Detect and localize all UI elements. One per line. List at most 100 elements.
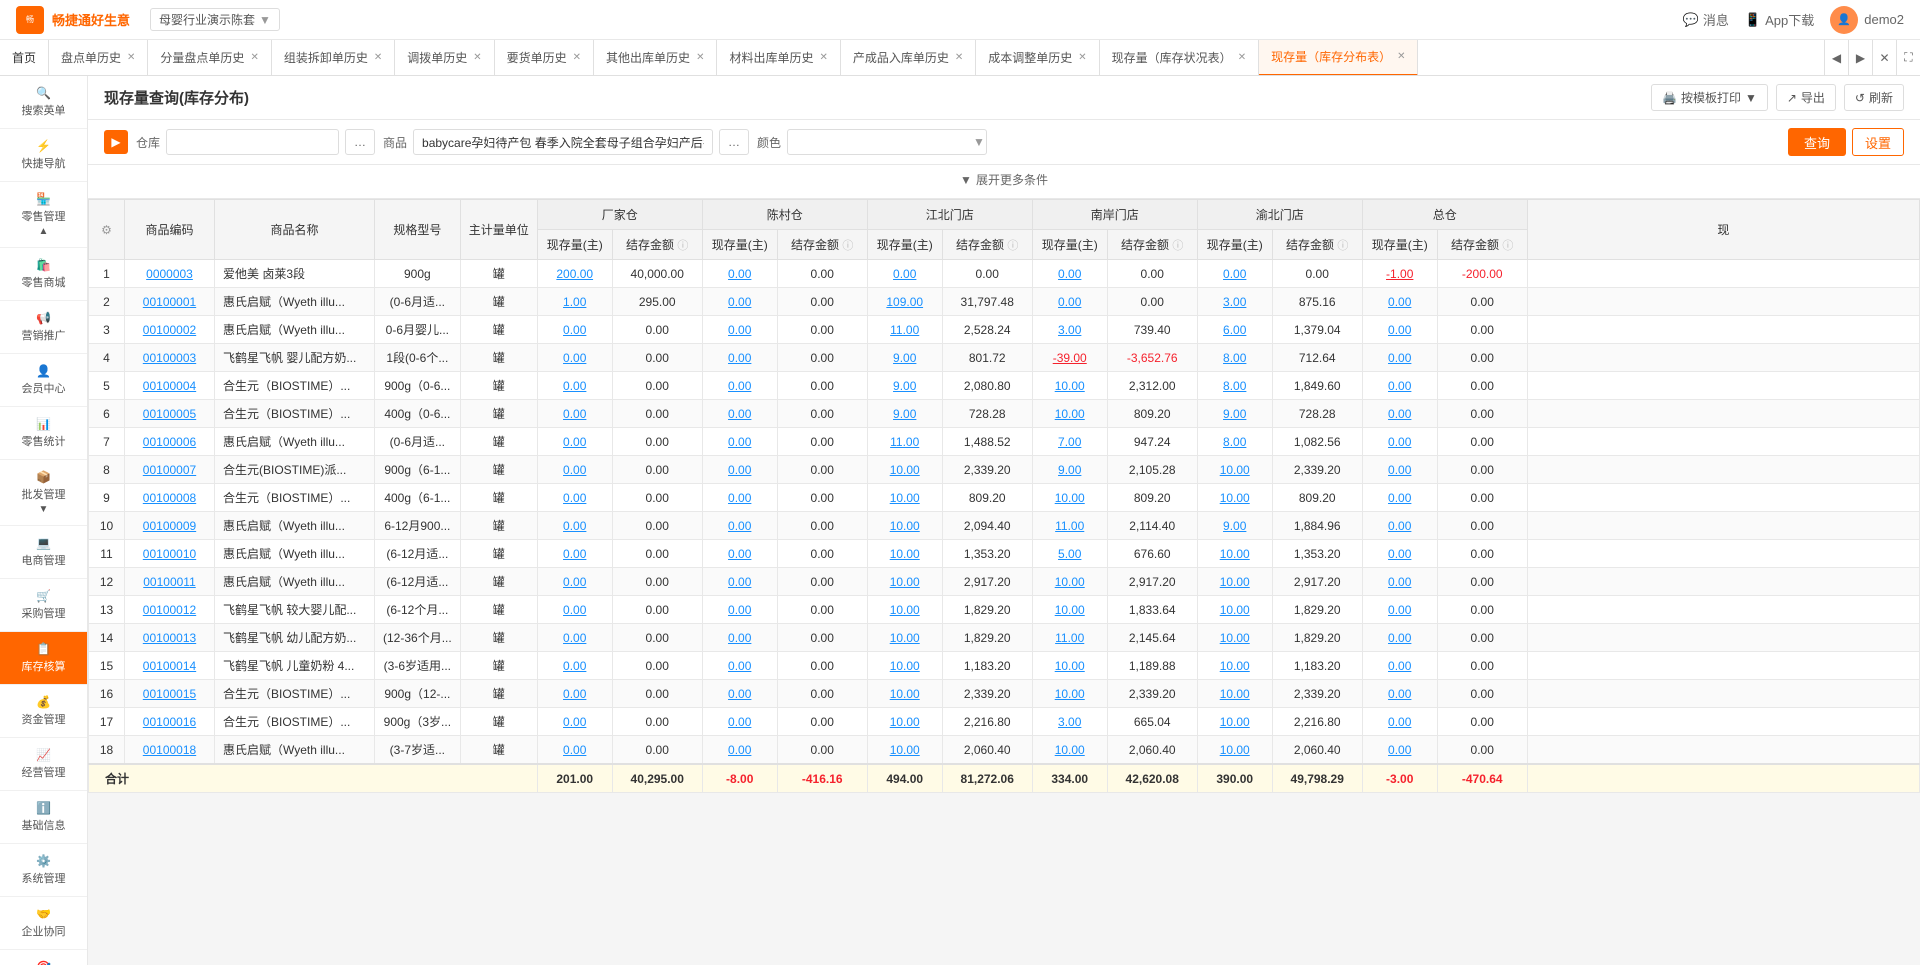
row-code[interactable]: 00100014 — [125, 652, 215, 680]
sidebar-item-member[interactable]: 👤 会员中心 — [0, 354, 87, 407]
sidebar-item-new-guide[interactable]: 🎯 新手引导 — [0, 950, 87, 965]
row-ch-qty[interactable]: 0.00 — [702, 288, 777, 316]
sidebar-item-inventory[interactable]: 📋 库存核算 — [0, 632, 87, 685]
row-code[interactable]: 00100012 — [125, 596, 215, 624]
row-fy-qty[interactable]: 0.00 — [537, 596, 612, 624]
row-jb-qty[interactable]: 10.00 — [867, 736, 942, 765]
row-yb-qty[interactable]: 3.00 — [1197, 288, 1272, 316]
tab-stock-status[interactable]: 现存量（库存状况表） ✕ — [1100, 40, 1259, 76]
row-jb-qty[interactable]: 10.00 — [867, 540, 942, 568]
tab-purchase-order[interactable]: 要货单历史 ✕ — [495, 40, 594, 76]
tab-split-count[interactable]: 分量盘点单历史 ✕ — [148, 40, 271, 76]
row-fy-qty[interactable]: 1.00 — [537, 288, 612, 316]
yb-amt-info-icon[interactable]: ⓘ — [1337, 240, 1348, 252]
row-ch-qty[interactable]: 0.00 — [702, 652, 777, 680]
message-btn[interactable]: 💬 消息 — [1683, 10, 1729, 29]
row-code[interactable]: 00100004 — [125, 372, 215, 400]
row-fy-qty[interactable]: 0.00 — [537, 512, 612, 540]
row-code[interactable]: 00100011 — [125, 568, 215, 596]
row-fy-qty[interactable]: 0.00 — [537, 344, 612, 372]
app-download-btn[interactable]: 📱 App下载 — [1745, 10, 1814, 29]
row-code[interactable]: 00100002 — [125, 316, 215, 344]
row-na-qty[interactable]: 0.00 — [1032, 288, 1107, 316]
tab-next-btn[interactable]: ▶ — [1848, 40, 1872, 76]
row-fy-qty[interactable]: 0.00 — [537, 484, 612, 512]
row-na-qty[interactable]: 9.00 — [1032, 456, 1107, 484]
row-na-qty[interactable]: 10.00 — [1032, 400, 1107, 428]
row-yb-qty[interactable]: 9.00 — [1197, 400, 1272, 428]
row-code[interactable]: 00100003 — [125, 344, 215, 372]
row-code[interactable]: 00100007 — [125, 456, 215, 484]
tab-combo-split[interactable]: 组装拆卸单历史 ✕ — [272, 40, 395, 76]
row-total-qty[interactable]: 0.00 — [1362, 596, 1437, 624]
row-yb-qty[interactable]: 10.00 — [1197, 568, 1272, 596]
tab-transfer-close[interactable]: ✕ — [473, 52, 481, 63]
tab-prev-btn[interactable]: ◀ — [1824, 40, 1848, 76]
row-na-qty[interactable]: 5.00 — [1032, 540, 1107, 568]
row-yb-qty[interactable]: 10.00 — [1197, 680, 1272, 708]
row-total-qty[interactable]: 0.00 — [1362, 484, 1437, 512]
row-total-qty[interactable]: 0.00 — [1362, 344, 1437, 372]
fy-amt-info-icon[interactable]: ⓘ — [677, 240, 688, 252]
tab-product-in[interactable]: 产成品入库单历史 ✕ — [841, 40, 976, 76]
row-ch-qty[interactable]: 0.00 — [702, 568, 777, 596]
row-jb-qty[interactable]: 109.00 — [867, 288, 942, 316]
row-jb-qty[interactable]: 11.00 — [867, 316, 942, 344]
row-yb-qty[interactable]: 9.00 — [1197, 512, 1272, 540]
row-ch-qty[interactable]: 0.00 — [702, 428, 777, 456]
tab-other-out[interactable]: 其他出库单历史 ✕ — [594, 40, 717, 76]
row-fy-qty[interactable]: 0.00 — [537, 400, 612, 428]
row-jb-qty[interactable]: 10.00 — [867, 708, 942, 736]
row-fy-qty[interactable]: 0.00 — [537, 736, 612, 765]
row-na-qty[interactable]: 10.00 — [1032, 680, 1107, 708]
sidebar-item-basic-info[interactable]: ℹ️ 基础信息 — [0, 791, 87, 844]
tab-home[interactable]: 首页 — [0, 40, 49, 76]
sidebar-item-purchase[interactable]: 🛒 采购管理 — [0, 579, 87, 632]
tab-stock-count-close[interactable]: ✕ — [127, 52, 135, 63]
total-amt-info-icon[interactable]: ⓘ — [1502, 240, 1513, 252]
row-total-qty[interactable]: -1.00 — [1362, 260, 1437, 288]
tab-expand-btn[interactable]: ⛶ — [1896, 40, 1920, 76]
row-na-qty[interactable]: -39.00 — [1032, 344, 1107, 372]
row-yb-qty[interactable]: 10.00 — [1197, 456, 1272, 484]
row-yb-qty[interactable]: 10.00 — [1197, 708, 1272, 736]
tab-stock-count[interactable]: 盘点单历史 ✕ — [49, 40, 148, 76]
row-code[interactable]: 00100001 — [125, 288, 215, 316]
row-total-qty[interactable]: 0.00 — [1362, 540, 1437, 568]
row-code[interactable]: 0000003 — [125, 260, 215, 288]
row-ch-qty[interactable]: 0.00 — [702, 736, 777, 765]
tab-cost-adjust[interactable]: 成本调整单历史 ✕ — [976, 40, 1099, 76]
row-yb-qty[interactable]: 10.00 — [1197, 596, 1272, 624]
row-fy-qty[interactable]: 0.00 — [537, 680, 612, 708]
sidebar-item-quick-nav[interactable]: ⚡ 快捷导航 — [0, 129, 87, 182]
row-yb-qty[interactable]: 10.00 — [1197, 484, 1272, 512]
ch-amt-info-icon[interactable]: ⓘ — [842, 240, 853, 252]
row-total-qty[interactable]: 0.00 — [1362, 624, 1437, 652]
row-total-qty[interactable]: 0.00 — [1362, 428, 1437, 456]
tab-stock-dist-close[interactable]: ✕ — [1397, 51, 1405, 62]
row-fy-qty[interactable]: 0.00 — [537, 428, 612, 456]
settings-icon[interactable]: ⚙ — [101, 223, 112, 237]
row-na-qty[interactable]: 10.00 — [1032, 596, 1107, 624]
row-yb-qty[interactable]: 8.00 — [1197, 372, 1272, 400]
tab-purchase-order-close[interactable]: ✕ — [573, 52, 581, 63]
row-jb-qty[interactable]: 10.00 — [867, 568, 942, 596]
sidebar-item-search[interactable]: 🔍 搜索英单 — [0, 76, 87, 129]
color-input[interactable] — [787, 129, 987, 155]
row-fy-qty[interactable]: 0.00 — [537, 540, 612, 568]
product-dots-btn[interactable]: … — [719, 129, 749, 155]
row-code[interactable]: 00100009 — [125, 512, 215, 540]
row-jb-qty[interactable]: 10.00 — [867, 680, 942, 708]
row-total-qty[interactable]: 0.00 — [1362, 568, 1437, 596]
tab-material-out-close[interactable]: ✕ — [819, 52, 827, 63]
row-na-qty[interactable]: 10.00 — [1032, 652, 1107, 680]
row-ch-qty[interactable]: 0.00 — [702, 372, 777, 400]
row-ch-qty[interactable]: 0.00 — [702, 344, 777, 372]
row-ch-qty[interactable]: 0.00 — [702, 680, 777, 708]
user-area[interactable]: 👤 demo2 — [1830, 6, 1904, 34]
row-yb-qty[interactable]: 0.00 — [1197, 260, 1272, 288]
row-jb-qty[interactable]: 10.00 — [867, 456, 942, 484]
row-ch-qty[interactable]: 0.00 — [702, 708, 777, 736]
row-fy-qty[interactable]: 0.00 — [537, 652, 612, 680]
row-total-qty[interactable]: 0.00 — [1362, 372, 1437, 400]
